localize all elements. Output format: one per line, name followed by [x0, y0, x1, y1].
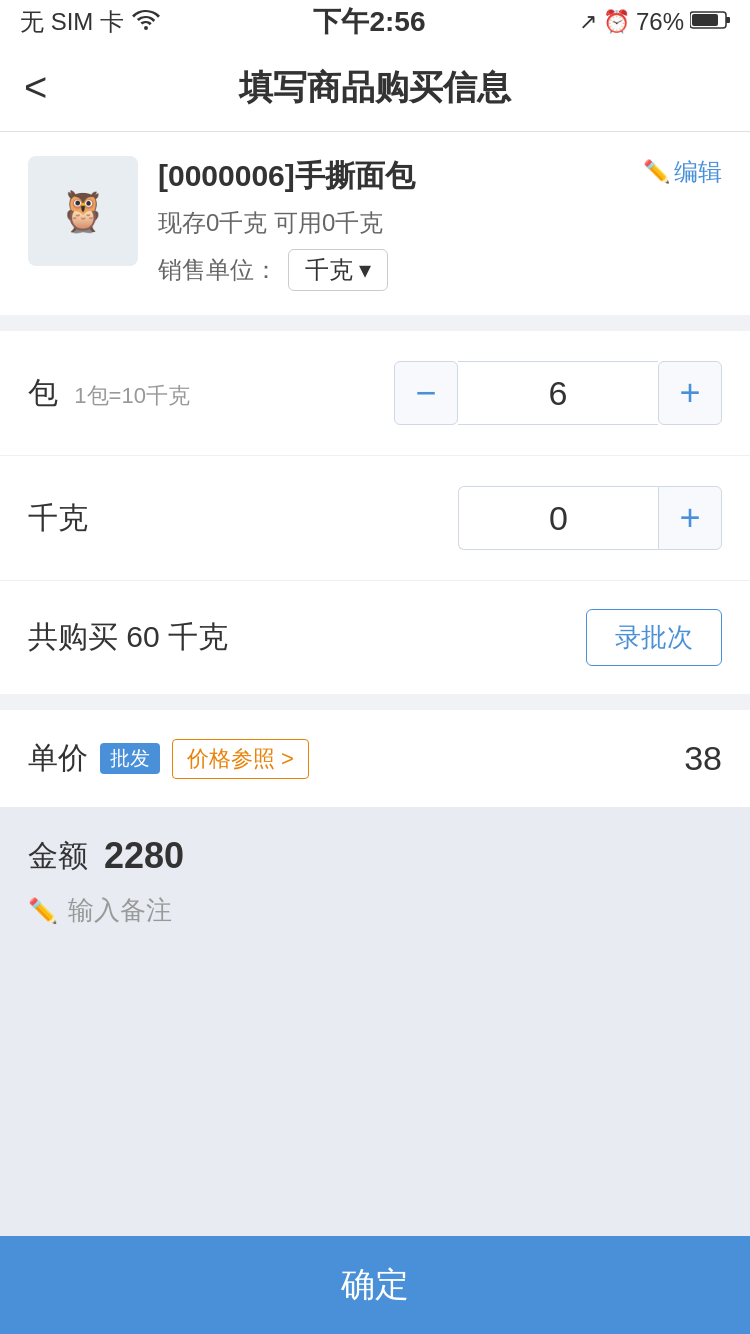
- bag-label: 包 1包=10千克: [28, 373, 394, 414]
- product-name-row: [0000006]手撕面包 ✏️ 编辑: [158, 156, 722, 197]
- price-ref-label: 价格参照 >: [187, 744, 294, 774]
- amount-section: 金额 2280 ✏️ 输入备注: [0, 807, 750, 954]
- total-row: 共购买 60 千克 录批次: [0, 581, 750, 694]
- amount-row: 金额 2280: [28, 835, 722, 877]
- kg-plus-button[interactable]: +: [658, 486, 722, 550]
- kg-qty-control: +: [458, 486, 722, 550]
- confirm-bar[interactable]: 确定: [0, 1236, 750, 1334]
- price-value: 38: [684, 739, 722, 778]
- remark-placeholder: 输入备注: [68, 893, 172, 928]
- bottom-area: [0, 954, 750, 1274]
- svg-rect-1: [726, 17, 730, 23]
- bag-hint: 1包=10千克: [74, 383, 190, 408]
- unit-value: 千克: [305, 254, 353, 286]
- status-time: 下午2:56: [313, 3, 425, 41]
- quantity-section: 包 1包=10千克 − + 千克 + 共购买 60 千克 录批次: [0, 331, 750, 694]
- status-right: ↗ ⏰ 76%: [579, 8, 730, 36]
- status-left: 无 SIM 卡: [20, 6, 160, 38]
- back-button[interactable]: <: [24, 65, 47, 110]
- battery-text: 76%: [636, 8, 684, 36]
- price-left: 单价 批发 价格参照 >: [28, 738, 309, 779]
- product-unit-row: 销售单位： 千克 ▾: [158, 249, 722, 291]
- price-ref-button[interactable]: 价格参照 >: [172, 739, 309, 779]
- bag-plus-button[interactable]: +: [658, 361, 722, 425]
- price-section: 单价 批发 价格参照 > 38: [0, 710, 750, 807]
- bag-quantity-input[interactable]: [458, 361, 658, 425]
- product-stock: 现存0千克 可用0千克: [158, 207, 722, 239]
- alarm-icon: ⏰: [603, 9, 630, 35]
- product-thumbnail: 🦉: [28, 156, 138, 266]
- product-name: [0000006]手撕面包: [158, 156, 415, 197]
- edit-button[interactable]: ✏️ 编辑: [643, 156, 722, 188]
- battery-icon: [690, 8, 730, 36]
- bag-minus-button[interactable]: −: [394, 361, 458, 425]
- pencil-icon: ✏️: [28, 897, 58, 925]
- chevron-down-icon: ▾: [359, 256, 371, 284]
- product-info: [0000006]手撕面包 ✏️ 编辑 现存0千克 可用0千克 销售单位： 千克…: [158, 156, 722, 291]
- carrier-text: 无 SIM 卡: [20, 6, 124, 38]
- svg-rect-2: [692, 14, 718, 26]
- status-bar: 无 SIM 卡 下午2:56 ↗ ⏰ 76%: [0, 0, 750, 44]
- remark-row[interactable]: ✏️ 输入备注: [28, 893, 722, 944]
- unit-selector[interactable]: 千克 ▾: [288, 249, 388, 291]
- price-row: 单价 批发 价格参照 > 38: [28, 738, 722, 779]
- nav-bar: < 填写商品购买信息: [0, 44, 750, 132]
- kg-quantity-input[interactable]: [458, 486, 658, 550]
- unit-label: 销售单位：: [158, 254, 278, 286]
- product-card: 🦉 [0000006]手撕面包 ✏️ 编辑 现存0千克 可用0千克 销售单位： …: [0, 132, 750, 315]
- product-logo-icon: 🦉: [58, 188, 108, 235]
- amount-label: 金额: [28, 836, 88, 877]
- batch-button[interactable]: 录批次: [586, 609, 722, 666]
- kg-row: 千克 +: [0, 456, 750, 581]
- page-title: 填写商品购买信息: [239, 65, 511, 111]
- price-tag: 批发: [100, 743, 160, 774]
- amount-value: 2280: [104, 835, 184, 877]
- confirm-button[interactable]: 确定: [341, 1262, 409, 1308]
- edit-icon: ✏️: [643, 159, 670, 185]
- location-icon: ↗: [579, 9, 597, 35]
- bag-qty-control: − +: [394, 361, 722, 425]
- price-label: 单价: [28, 738, 88, 779]
- wifi-icon: [132, 8, 160, 36]
- kg-label: 千克: [28, 498, 458, 539]
- total-label: 共购买 60 千克: [28, 617, 228, 658]
- bag-row: 包 1包=10千克 − +: [0, 331, 750, 456]
- edit-label: 编辑: [674, 156, 722, 188]
